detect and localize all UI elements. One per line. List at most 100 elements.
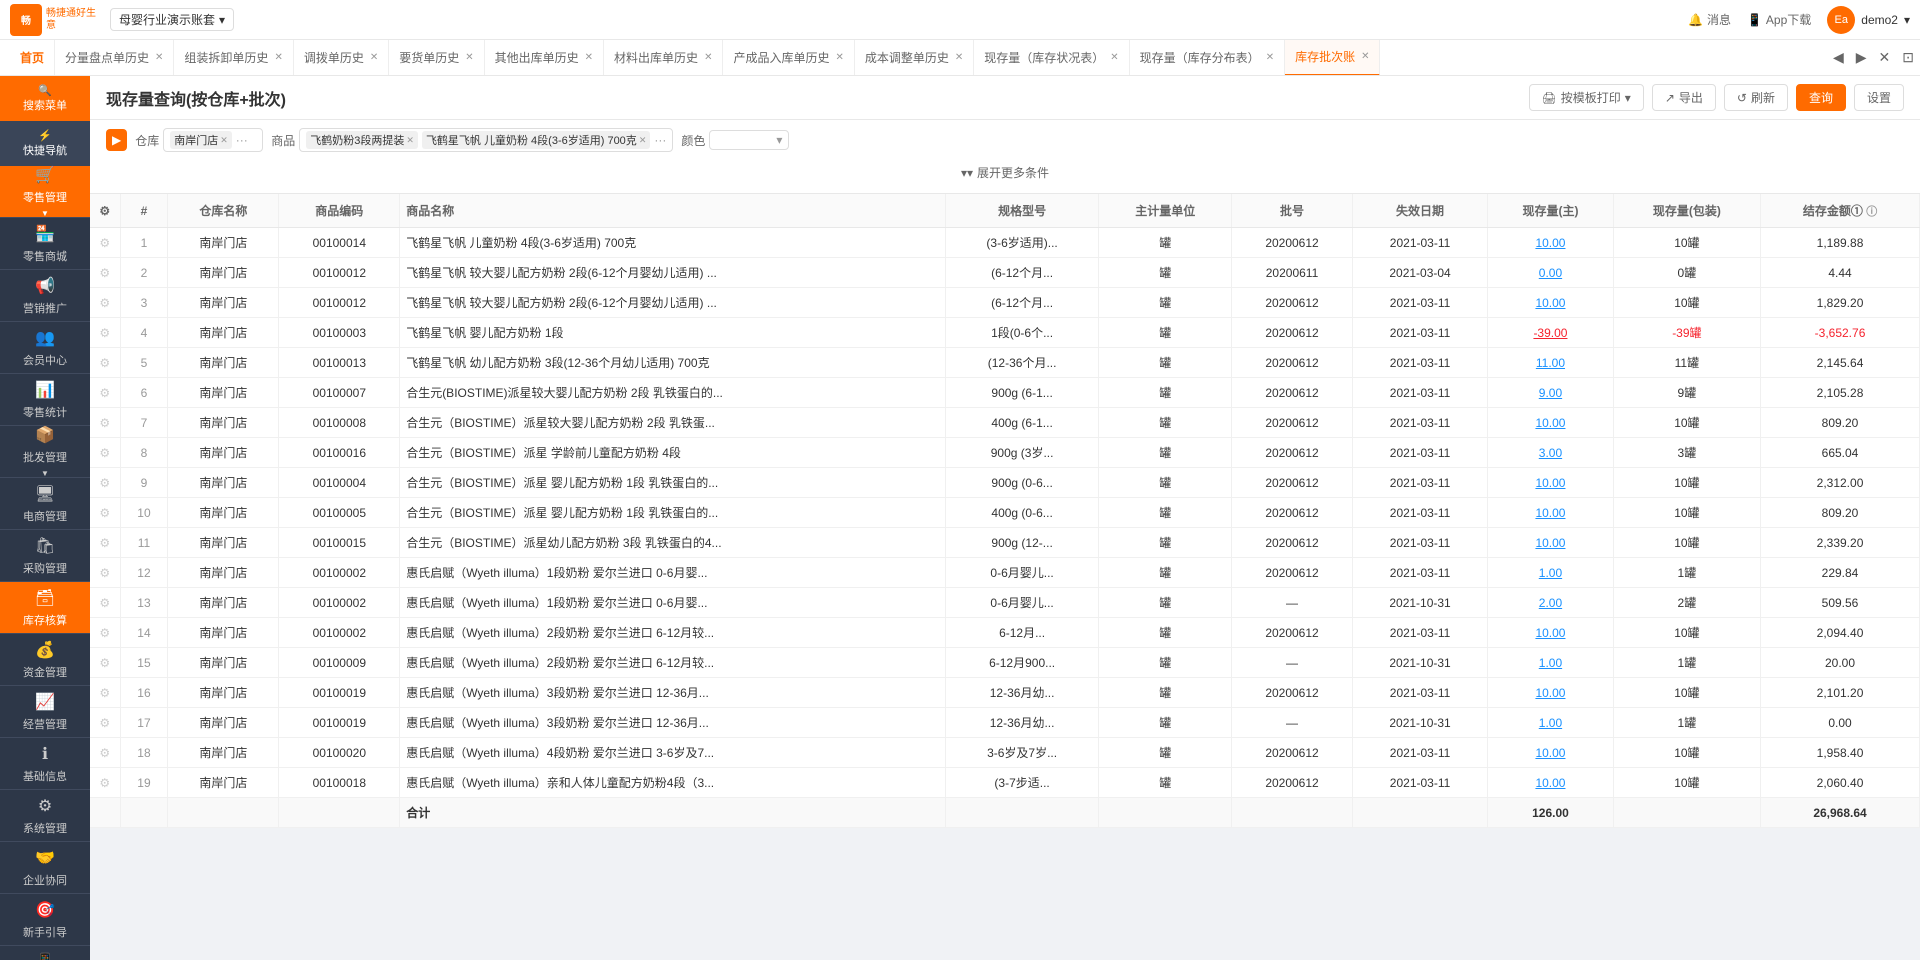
warehouse-tag-close-icon[interactable]: ✕ [220, 135, 228, 146]
sidebar-item-members[interactable]: 👥 会员中心 [0, 322, 90, 374]
query-button[interactable]: 查询 [1796, 84, 1846, 111]
sidebar-item-retail-management[interactable]: 🛒 零售管理 ▼ [0, 166, 90, 218]
row-settings-cell[interactable]: ⚙ [90, 558, 120, 588]
tab-1[interactable]: 分量盘点单历史 ✕ [55, 40, 174, 76]
row-stock-main[interactable]: 3.00 [1488, 438, 1614, 468]
tab-11-close-icon[interactable]: ✕ [1361, 51, 1369, 62]
row-stock-main[interactable]: 0.00 [1488, 258, 1614, 288]
tab-1-close-icon[interactable]: ✕ [155, 52, 163, 63]
tabs-maximize-icon[interactable]: ⊡ [1896, 49, 1920, 66]
row-settings-cell[interactable]: ⚙ [90, 738, 120, 768]
row-stock-main[interactable]: 10.00 [1488, 528, 1614, 558]
row-settings-cell[interactable]: ⚙ [90, 408, 120, 438]
tab-8[interactable]: 成本调整单历史 ✕ [855, 40, 974, 76]
row-settings-cell[interactable]: ⚙ [90, 588, 120, 618]
row-stock-main[interactable]: 1.00 [1488, 558, 1614, 588]
tab-7-close-icon[interactable]: ✕ [835, 52, 843, 63]
tabs-next-arrow[interactable]: ▶ [1850, 49, 1873, 66]
product-tag-1-close-icon[interactable]: ✕ [406, 135, 414, 146]
tab-11[interactable]: 库存批次账 ✕ [1285, 40, 1380, 76]
row-settings-cell[interactable]: ⚙ [90, 378, 120, 408]
warehouse-more-icon[interactable]: ··· [236, 133, 248, 147]
row-stock-main[interactable]: 10.00 [1488, 468, 1614, 498]
tab-5[interactable]: 其他出库单历史 ✕ [485, 40, 604, 76]
tab-3-close-icon[interactable]: ✕ [370, 52, 378, 63]
sidebar-item-inventory[interactable]: 🗃 库存核算 [0, 582, 90, 634]
row-settings-cell[interactable]: ⚙ [90, 678, 120, 708]
sidebar-item-marketing[interactable]: 📢 营销推广 [0, 270, 90, 322]
sidebar-item-retail-stats[interactable]: 📊 零售统计 [0, 374, 90, 426]
print-button[interactable]: 🖨 按模板打印 ▾ [1529, 84, 1644, 111]
tabs-close-all-icon[interactable]: ✕ [1873, 49, 1897, 66]
row-stock-main[interactable]: -39.00 [1488, 318, 1614, 348]
balance-info-icon[interactable]: ⓘ [1866, 206, 1877, 218]
tab-6[interactable]: 材料出库单历史 ✕ [604, 40, 723, 76]
refresh-button[interactable]: ↺ 刷新 [1724, 84, 1788, 111]
tab-2-close-icon[interactable]: ✕ [274, 52, 282, 63]
tab-6-close-icon[interactable]: ✕ [704, 52, 712, 63]
tab-9[interactable]: 现存量（库存状况表） ✕ [974, 40, 1129, 76]
breadcrumb-select[interactable]: 母婴行业演示账套 ▾ [110, 8, 234, 31]
row-stock-main[interactable]: 10.00 [1488, 498, 1614, 528]
tab-10[interactable]: 现存量（库存分布表） ✕ [1130, 40, 1285, 76]
sidebar-item-enterprise[interactable]: 🤝 企业协同 [0, 842, 90, 894]
sidebar-item-retail-mall[interactable]: 🏪 零售商城 [0, 218, 90, 270]
row-settings-cell[interactable]: ⚙ [90, 288, 120, 318]
row-settings-cell[interactable]: ⚙ [90, 228, 120, 258]
sidebar-item-system[interactable]: ⚙ 系统管理 [0, 790, 90, 842]
tab-2[interactable]: 组装拆卸单历史 ✕ [174, 40, 293, 76]
row-settings-cell[interactable]: ⚙ [90, 258, 120, 288]
product-filter-input[interactable]: 飞鹤奶粉3段两提装 ✕ 飞鹤星飞帆 儿童奶粉 4段(3-6岁适用) 700克 ✕… [299, 128, 673, 152]
sidebar-item-wholesale[interactable]: 📦 批发管理 ▼ [0, 426, 90, 478]
tab-10-close-icon[interactable]: ✕ [1266, 52, 1274, 63]
warehouse-filter-input[interactable]: 南岸门店 ✕ ··· [163, 128, 263, 152]
row-stock-main[interactable]: 1.00 [1488, 648, 1614, 678]
sidebar-item-ecommerce[interactable]: 🖥 电商管理 [0, 478, 90, 530]
tab-9-close-icon[interactable]: ✕ [1110, 52, 1118, 63]
row-settings-cell[interactable]: ⚙ [90, 528, 120, 558]
color-filter-input[interactable]: ▾ [709, 130, 789, 150]
sidebar-quick-nav[interactable]: ⚡ 快捷导航 [0, 121, 90, 166]
row-stock-main[interactable]: 10.00 [1488, 228, 1614, 258]
export-button[interactable]: ↗ 导出 [1652, 84, 1716, 111]
sidebar-item-operations[interactable]: 📈 经营管理 [0, 686, 90, 738]
settings-button[interactable]: 设置 [1854, 84, 1904, 111]
row-settings-cell[interactable]: ⚙ [90, 468, 120, 498]
row-stock-main[interactable]: 11.00 [1488, 348, 1614, 378]
sidebar-item-app-center[interactable]: 📱 应用中心 [0, 946, 90, 960]
color-chevron-icon[interactable]: ▾ [776, 133, 782, 147]
row-settings-cell[interactable]: ⚙ [90, 768, 120, 798]
product-more-icon[interactable]: ··· [654, 133, 666, 147]
row-stock-main[interactable]: 10.00 [1488, 288, 1614, 318]
messages-button[interactable]: 🔔 消息 [1688, 11, 1731, 28]
tab-7[interactable]: 产成品入库单历史 ✕ [723, 40, 854, 76]
tab-4-close-icon[interactable]: ✕ [465, 52, 473, 63]
tab-home[interactable]: 首页 [10, 40, 55, 76]
row-stock-main[interactable]: 2.00 [1488, 588, 1614, 618]
row-stock-main[interactable]: 9.00 [1488, 378, 1614, 408]
row-stock-main[interactable]: 1.00 [1488, 708, 1614, 738]
filter-expand-button[interactable]: ▶ [106, 129, 127, 151]
app-download-button[interactable]: 📱 App下载 [1747, 11, 1811, 28]
sidebar-item-guide[interactable]: 🎯 新手引导 [0, 894, 90, 946]
tab-3[interactable]: 调拨单历史 ✕ [294, 40, 389, 76]
tab-8-close-icon[interactable]: ✕ [955, 52, 963, 63]
row-stock-main[interactable]: 10.00 [1488, 408, 1614, 438]
row-stock-main[interactable]: 10.00 [1488, 678, 1614, 708]
expand-more-conditions-button[interactable]: ▾▾ 展开更多条件 [953, 160, 1057, 185]
row-settings-cell[interactable]: ⚙ [90, 348, 120, 378]
sidebar-search[interactable]: 🔍 搜索菜单 [0, 76, 90, 121]
sidebar-item-base-info[interactable]: ℹ 基础信息 [0, 738, 90, 790]
row-settings-cell[interactable]: ⚙ [90, 708, 120, 738]
tab-5-close-icon[interactable]: ✕ [585, 52, 593, 63]
sidebar-item-purchase[interactable]: 🛍 采购管理 [0, 530, 90, 582]
row-settings-cell[interactable]: ⚙ [90, 618, 120, 648]
row-stock-main[interactable]: 10.00 [1488, 618, 1614, 648]
row-stock-main[interactable]: 10.00 [1488, 738, 1614, 768]
user-area[interactable]: Ea demo2 ▾ [1827, 6, 1910, 34]
tabs-prev-arrow[interactable]: ◀ [1827, 49, 1850, 66]
row-settings-cell[interactable]: ⚙ [90, 648, 120, 678]
product-tag-2-close-icon[interactable]: ✕ [639, 135, 647, 146]
row-stock-main[interactable]: 10.00 [1488, 768, 1614, 798]
col-settings-header[interactable]: ⚙ [90, 194, 120, 228]
